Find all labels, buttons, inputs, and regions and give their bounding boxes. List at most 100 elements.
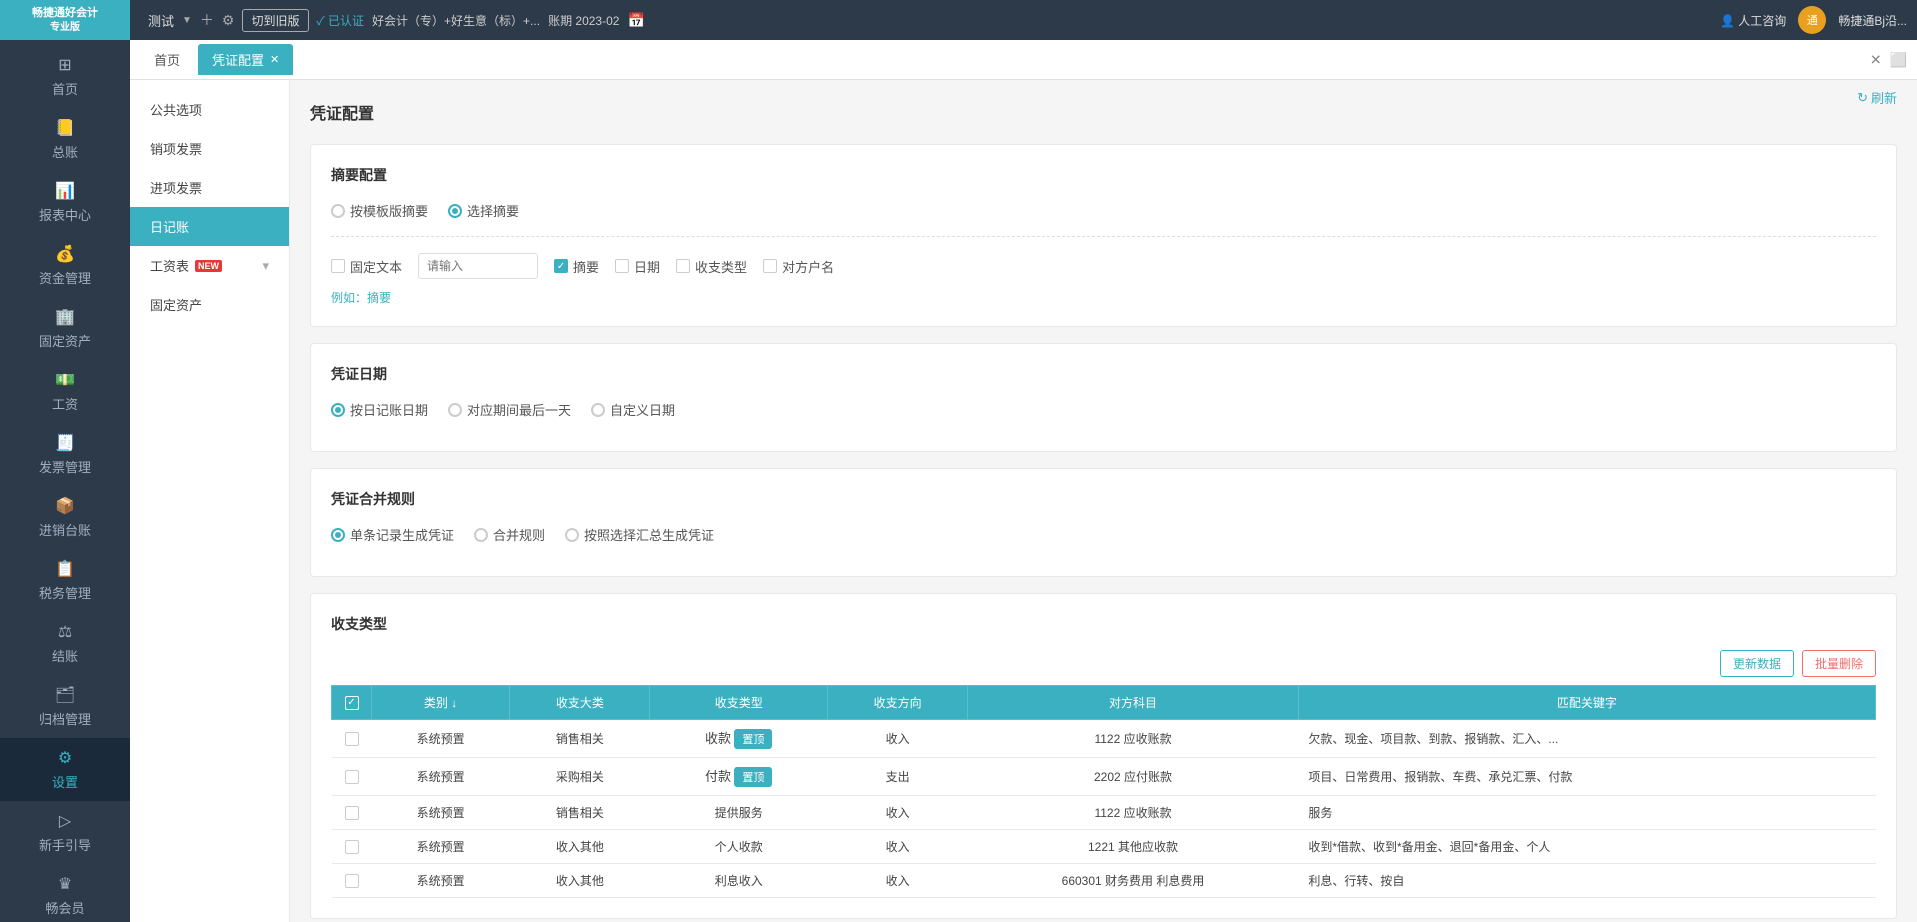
salary-icon: 💵 (55, 370, 75, 390)
sidebar-item-salary[interactable]: 💵 工资 (0, 360, 130, 423)
sidebar-item-settings[interactable]: ⚙ 设置 (0, 738, 130, 801)
content-area: 首页 凭证配置 ✕ ✕ ⬜ 公共选项 销项发票 进项发票 (130, 40, 1917, 922)
sidebar-item-label: 工资 (52, 394, 78, 413)
radio-select[interactable]: 选择摘要 (448, 201, 519, 220)
voucher-date-section: 凭证日期 按日记账日期 对应期间最后一天 自定义日期 (310, 343, 1897, 452)
cell-direction: 收入 (827, 864, 967, 898)
add-icon[interactable]: ＋ (200, 10, 214, 30)
nav-item-fixed-assets-nav[interactable]: 固定资产 (130, 285, 289, 324)
nav-item-label: 工资表 (150, 256, 189, 275)
checkbox-income-expense-type[interactable]: 收支类型 (676, 257, 747, 276)
radio-label: 选择摘要 (467, 201, 519, 220)
cell-direction: 支出 (827, 758, 967, 796)
radio-circle (331, 403, 345, 417)
nav-item-label: 进项发票 (150, 178, 202, 197)
pin-top-button[interactable]: 置顶 (734, 767, 772, 787)
radio-single-entry[interactable]: 单条记录生成凭证 (331, 525, 454, 544)
sidebar-item-label: 发票管理 (39, 457, 91, 476)
member-icon: ♛ (58, 874, 72, 894)
cell-category: 系统预置 (372, 720, 510, 758)
sidebar-item-settlement[interactable]: ⚖ 结账 (0, 612, 130, 675)
tab-close-icon[interactable]: ✕ (270, 53, 279, 66)
nav-item-label: 固定资产 (150, 295, 202, 314)
checkbox-box (615, 259, 629, 273)
radio-label: 按模板版摘要 (350, 201, 428, 220)
radio-custom-date[interactable]: 自定义日期 (591, 400, 675, 419)
checkbox-counterpart-name[interactable]: 对方户名 (763, 257, 834, 276)
user-service-button[interactable]: 👤 人工咨询 (1720, 12, 1786, 29)
nav-item-payroll[interactable]: 工资表 NEW ▾ (130, 246, 289, 285)
radio-period-last-day[interactable]: 对应期间最后一天 (448, 400, 571, 419)
sidebar-item-reports[interactable]: 📊 报表中心 (0, 171, 130, 234)
settlement-icon: ⚖ (58, 622, 72, 642)
chevron-down-icon[interactable]: ▼ (182, 15, 192, 26)
sidebar-item-guide[interactable]: ▷ 新手引导 (0, 801, 130, 864)
sidebar-item-funds[interactable]: 💰 资金管理 (0, 234, 130, 297)
user-name: 畅捷通Bj沿... (1838, 12, 1907, 29)
radio-circle (331, 204, 345, 218)
row-checkbox[interactable] (345, 770, 359, 784)
sidebar-item-tax[interactable]: 📋 税务管理 (0, 549, 130, 612)
sidebar-item-member[interactable]: ♛ 畅会员 (0, 864, 130, 922)
nav-item-sales-invoice[interactable]: 销项发票 (130, 129, 289, 168)
update-data-button[interactable]: 更新数据 (1720, 650, 1794, 677)
funds-icon: 💰 (55, 244, 75, 264)
switch-old-button[interactable]: 切到旧版 (242, 9, 308, 32)
sidebar-item-fixed-assets[interactable]: 🏢 固定资产 (0, 297, 130, 360)
tab-voucher-config[interactable]: 凭证配置 ✕ (198, 44, 293, 75)
sidebar-item-home[interactable]: ⊞ 首页 (0, 45, 130, 108)
sidebar-item-archive[interactable]: 🗂 归档管理 (0, 675, 130, 738)
cell-major-type: 销售相关 (510, 796, 650, 830)
nav-item-public[interactable]: 公共选项 (130, 90, 289, 129)
row-checkbox[interactable] (345, 732, 359, 746)
select-all-checkbox[interactable]: ✓ (345, 696, 359, 710)
radio-journal-date[interactable]: 按日记账日期 (331, 400, 428, 419)
checkbox-summary[interactable]: ✓ 摘要 (554, 257, 599, 276)
radio-template[interactable]: 按模板版摘要 (331, 201, 428, 220)
nav-item-purchase-invoice[interactable]: 进项发票 (130, 168, 289, 207)
sidebar: ⊞ 首页 📒 总账 📊 报表中心 💰 资金管理 🏢 固定资产 💵 工资 🧾 发票… (0, 40, 130, 922)
nav-item-daily-journal[interactable]: 日记账 (130, 207, 289, 246)
row-checkbox[interactable] (345, 806, 359, 820)
calendar-icon[interactable]: 📅 (627, 12, 644, 29)
col-match-keyword: 匹配关键字 (1298, 686, 1875, 720)
certified-status: ✓ 已认证 (317, 12, 365, 29)
batch-delete-button[interactable]: 批量删除 (1802, 650, 1876, 677)
row-checkbox[interactable] (345, 874, 359, 888)
sidebar-item-ledger[interactable]: 📒 总账 (0, 108, 130, 171)
page-title: 凭证配置 (310, 100, 1897, 124)
home-icon: ⊞ (58, 55, 71, 75)
col-contra-account: 对方科目 (968, 686, 1299, 720)
checkbox-label: 对方户名 (782, 257, 834, 276)
col-major-type: 收支大类 (510, 686, 650, 720)
cell-type: 利息收入 (650, 864, 828, 898)
cell-major-type: 采购相关 (510, 758, 650, 796)
radio-merge-rule[interactable]: 合并规则 (474, 525, 545, 544)
refresh-button[interactable]: ↻ 刷新 (1857, 88, 1897, 107)
checkbox-box (331, 259, 345, 273)
sidebar-item-label: 报表中心 (39, 205, 91, 224)
sidebar-item-purchase-sales[interactable]: 📦 进销台账 (0, 486, 130, 549)
pin-top-button[interactable]: 置顶 (734, 729, 772, 749)
radio-select-total[interactable]: 按照选择汇总生成凭证 (565, 525, 714, 544)
new-badge: NEW (195, 260, 222, 272)
col-category[interactable]: 类别 ↓ (372, 686, 510, 720)
checkbox-date[interactable]: 日期 (615, 257, 660, 276)
checkbox-fixed-text[interactable]: 固定文本 (331, 257, 402, 276)
cell-category: 系统预置 (372, 758, 510, 796)
settings-icon[interactable]: ⚙ (222, 12, 235, 29)
sidebar-item-label: 畅会员 (45, 898, 84, 917)
row-checkbox[interactable] (345, 840, 359, 854)
cell-contra-account: 1221 其他应收款 (968, 830, 1299, 864)
col-checkbox: ✓ (332, 686, 372, 720)
voucher-merge-radio-group: 单条记录生成凭证 合并规则 按照选择汇总生成凭证 (331, 525, 1876, 544)
window-maximize-button[interactable]: ⬜ (1890, 51, 1907, 68)
fixed-text-input[interactable] (418, 253, 538, 279)
table-row: 系统预置 收入其他 个人收款 收入 1221 其他应收款 收到*借款、收到*备用… (332, 830, 1876, 864)
window-close-button[interactable]: ✕ (1870, 51, 1882, 68)
nav-item-label: 日记账 (150, 217, 189, 236)
tab-label: 凭证配置 (212, 50, 264, 69)
tab-home[interactable]: 首页 (140, 44, 194, 75)
radio-label: 自定义日期 (610, 400, 675, 419)
sidebar-item-invoice-mgmt[interactable]: 🧾 发票管理 (0, 423, 130, 486)
